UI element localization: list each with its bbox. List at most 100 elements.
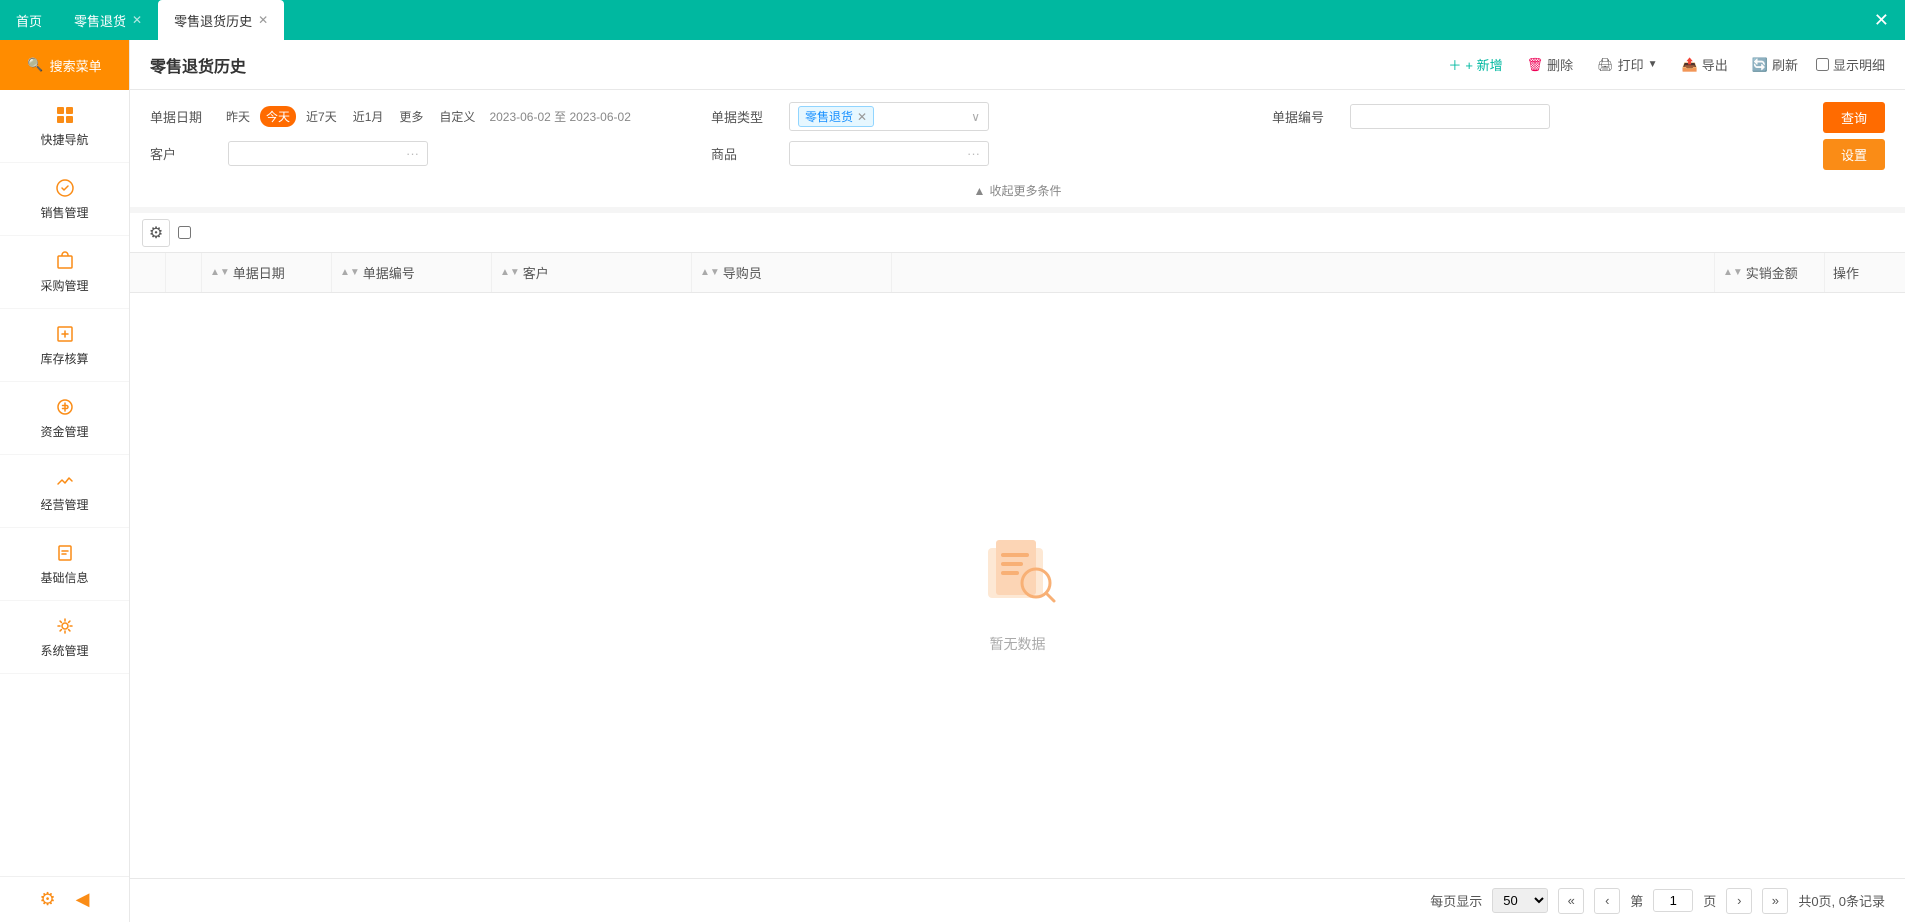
settings-bottom-icon[interactable]: ⚙ xyxy=(40,889,56,910)
filter-section-goods: 商品 ··· xyxy=(711,141,1242,166)
collapse-row: ▲ 收起更多条件 xyxy=(150,176,1885,207)
delete-button[interactable]: 🗑 删除 xyxy=(1521,51,1580,78)
new-icon: ＋ xyxy=(1448,55,1461,74)
first-page-button[interactable]: « xyxy=(1558,888,1584,914)
th-guide-sort-icon: ▲▼ xyxy=(700,268,720,278)
filter-row-2: 客户 ··· 商品 ··· xyxy=(150,141,1803,166)
th-amount-label: 实销金额 xyxy=(1746,263,1798,282)
date-label: 单据日期 xyxy=(150,107,220,126)
purchase-icon xyxy=(54,250,76,272)
pagination-bar: 每页显示 50 20 100 « ‹ 第 页 › » 共0页, 0条记录 xyxy=(130,878,1905,922)
page-text: 第 xyxy=(1630,891,1643,910)
th-date-label: 单据日期 xyxy=(233,263,285,282)
th-action: 操作 xyxy=(1825,253,1905,292)
export-button[interactable]: 📤 导出 xyxy=(1676,51,1734,78)
tab-retail-return-history[interactable]: 零售退货历史 ✕ xyxy=(158,0,284,40)
delete-icon: 🗑 xyxy=(1527,57,1544,73)
sidebar-item-basic-info-label: 基础信息 xyxy=(40,569,88,586)
sidebar-item-finance[interactable]: 资金管理 xyxy=(0,382,129,455)
collapse-button[interactable]: ▲ 收起更多条件 xyxy=(974,182,1062,199)
sidebar-search-label: 搜索菜单 xyxy=(50,56,102,75)
th-date-sort-icon: ▲▼ xyxy=(210,268,230,278)
th-date[interactable]: ▲▼ 单据日期 xyxy=(202,253,332,292)
tab-home[interactable]: 首页 xyxy=(0,0,58,40)
sidebar-search[interactable]: 🔍 搜索菜单 xyxy=(0,40,129,90)
date-opt-yesterday[interactable]: 昨天 xyxy=(220,106,256,127)
date-opt-more[interactable]: 更多 xyxy=(393,106,429,127)
sidebar-item-quick-nav-label: 快捷导航 xyxy=(40,131,88,148)
show-detail-checkbox-label[interactable]: 显示明细 xyxy=(1816,55,1885,74)
select-all-checkbox[interactable] xyxy=(178,226,191,239)
sidebar-bottom: ⚙ ◀ xyxy=(0,876,129,922)
date-opt-custom[interactable]: 自定义 xyxy=(433,106,481,127)
new-button[interactable]: ＋ + 新增 xyxy=(1442,51,1508,78)
tab-retail-return-history-close[interactable]: ✕ xyxy=(258,13,268,27)
date-opt-today[interactable]: 今天 xyxy=(260,106,296,127)
type-select[interactable]: 零售退货 ✕ ∨ xyxy=(789,102,989,131)
type-tag-close[interactable]: ✕ xyxy=(857,110,867,124)
type-tag: 零售退货 ✕ xyxy=(798,106,874,127)
top-bar-right: ✕ xyxy=(1874,10,1889,31)
customer-input[interactable]: ··· xyxy=(228,141,428,166)
sidebar-item-system-label: 系统管理 xyxy=(40,642,88,659)
sidebar-item-purchase[interactable]: 采购管理 xyxy=(0,236,129,309)
sidebar-item-operations[interactable]: 经营管理 xyxy=(0,455,129,528)
goods-ellipsis: ··· xyxy=(967,146,980,161)
setting-button[interactable]: 设置 xyxy=(1823,139,1885,170)
th-number[interactable]: ▲▼ 单据编号 xyxy=(332,253,492,292)
print-dropdown-icon: ▼ xyxy=(1648,59,1658,70)
sidebar-item-sales[interactable]: 销售管理 xyxy=(0,163,129,236)
sales-icon xyxy=(54,177,76,199)
sidebar-item-inventory[interactable]: 库存核算 xyxy=(0,309,129,382)
empty-state: 暂无数据 xyxy=(130,293,1905,878)
empty-illustration xyxy=(968,518,1068,618)
export-icon: 📤 xyxy=(1682,57,1698,73)
filter-section-date: 单据日期 昨天 今天 近7天 近1月 更多 自定义 2023-06-02 至 2… xyxy=(150,106,681,127)
filter-right-btns: 查询 设置 xyxy=(1823,102,1885,170)
th-action-label: 操作 xyxy=(1833,263,1859,282)
goods-input[interactable]: ··· xyxy=(789,141,989,166)
th-guide[interactable]: ▲▼ 导购员 xyxy=(692,253,892,292)
table-column-settings-icon[interactable]: ⚙ xyxy=(142,219,170,247)
show-detail-label: 显示明细 xyxy=(1833,55,1885,74)
sidebar-item-quick-nav[interactable]: 快捷导航 xyxy=(0,90,129,163)
tab-retail-return-label: 零售退货 xyxy=(74,11,126,30)
toolbar: ＋ + 新增 🗑 删除 🖨 打印 ▼ 📤 导出 🔄 xyxy=(1442,51,1885,78)
sidebar-item-basic-info[interactable]: 基础信息 xyxy=(0,528,129,601)
th-settings xyxy=(130,253,166,292)
th-guide-label: 导购员 xyxy=(723,263,762,282)
th-checkbox xyxy=(166,253,202,292)
sidebar-item-sales-label: 销售管理 xyxy=(40,204,88,221)
th-number-sort-icon: ▲▼ xyxy=(340,268,360,278)
tab-retail-return-close[interactable]: ✕ xyxy=(132,13,142,27)
number-input[interactable] xyxy=(1350,104,1550,129)
th-amount[interactable]: ▲▼ 实销金额 xyxy=(1715,253,1825,292)
sidebar-item-purchase-label: 采购管理 xyxy=(40,277,88,294)
refresh-button[interactable]: 🔄 刷新 xyxy=(1746,51,1804,78)
date-opt-1month[interactable]: 近1月 xyxy=(347,106,390,127)
sidebar-item-system[interactable]: 系统管理 xyxy=(0,601,129,674)
collapse-sidebar-icon[interactable]: ◀ xyxy=(76,889,90,910)
prev-page-button[interactable]: ‹ xyxy=(1594,888,1620,914)
tab-retail-return[interactable]: 零售退货 ✕ xyxy=(58,0,158,40)
last-page-button[interactable]: » xyxy=(1762,888,1788,914)
main-layout: 🔍 搜索菜单 快捷导航 销售管理 采购管理 库存核算 xyxy=(0,40,1905,922)
print-button[interactable]: 🖨 打印 ▼ xyxy=(1591,51,1663,78)
filter-section-type: 单据类型 零售退货 ✕ ∨ xyxy=(711,102,1242,131)
print-icon: 🖨 xyxy=(1597,57,1614,73)
system-icon xyxy=(54,615,76,637)
th-customer-label: 客户 xyxy=(523,263,549,282)
window-close-icon[interactable]: ✕ xyxy=(1874,10,1889,31)
date-opt-7days[interactable]: 近7天 xyxy=(300,106,343,127)
show-detail-checkbox[interactable] xyxy=(1816,58,1829,71)
query-button[interactable]: 查询 xyxy=(1823,102,1885,133)
empty-text: 暂无数据 xyxy=(990,634,1046,654)
customer-ellipsis: ··· xyxy=(406,146,419,161)
top-bar-tabs: 首页 零售退货 ✕ 零售退货历史 ✕ xyxy=(0,0,1874,40)
per-page-select[interactable]: 50 20 100 xyxy=(1492,888,1548,913)
page-input[interactable] xyxy=(1653,889,1693,912)
type-dropdown-arrow: ∨ xyxy=(971,110,980,124)
inventory-icon xyxy=(54,323,76,345)
th-customer[interactable]: ▲▼ 客户 xyxy=(492,253,692,292)
next-page-button[interactable]: › xyxy=(1726,888,1752,914)
